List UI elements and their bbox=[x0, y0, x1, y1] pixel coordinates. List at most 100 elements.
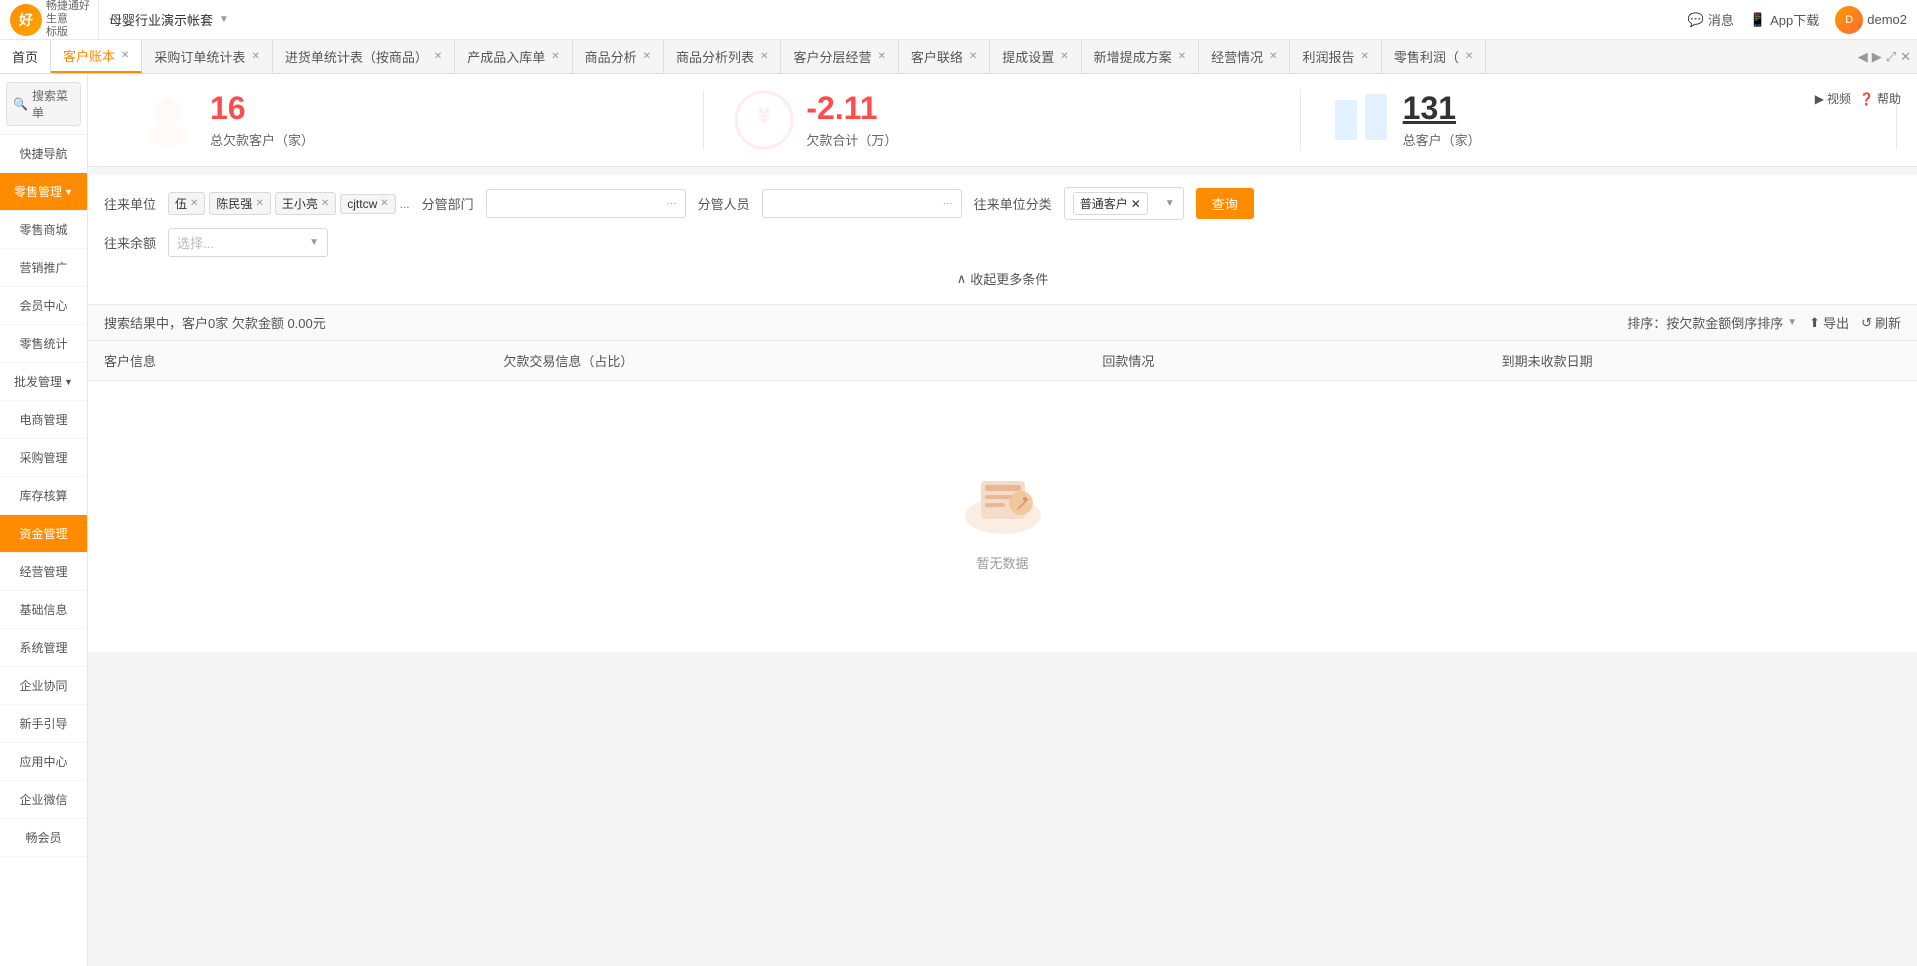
filter-person-more: ··· bbox=[943, 198, 953, 209]
sidebar-item-ecommerce-mgmt[interactable]: 电商管理 bbox=[0, 401, 87, 439]
tag-close-wu[interactable]: ✕ bbox=[190, 198, 198, 209]
filter-tag-cjttcw: cjttcw ✕ bbox=[340, 194, 395, 214]
logo-text: 畅捷通好生意 标版 bbox=[46, 0, 98, 39]
collapse-more-btn[interactable]: ∧ 收起更多条件 bbox=[957, 265, 1049, 292]
sidebar-item-wholesale-mgmt[interactable]: 批发管理 ▼ bbox=[0, 363, 87, 401]
sidebar-item-purchase-mgmt[interactable]: 采购管理 bbox=[0, 439, 87, 477]
tab-business-status[interactable]: 经营情况 ✕ bbox=[1199, 40, 1290, 73]
message-btn[interactable]: 💬 消息 bbox=[1688, 10, 1734, 29]
tab-close-promotion-settings[interactable]: ✕ bbox=[1060, 51, 1068, 62]
collapse-icon: ∧ bbox=[957, 271, 967, 287]
stat-info-total: 131 总客户（家） bbox=[1403, 91, 1481, 149]
sidebar-item-enterprise-coop[interactable]: 企业协同 bbox=[0, 667, 87, 705]
tab-close-stock-stats[interactable]: ✕ bbox=[434, 51, 442, 62]
filter-unit-type-select[interactable]: 普通客户 ✕ ▼ bbox=[1064, 187, 1184, 220]
nav-prev-icon[interactable]: ◀ bbox=[1858, 49, 1868, 65]
video-icon: ▶ bbox=[1815, 92, 1824, 106]
sidebar-item-new-guide[interactable]: 新手引导 bbox=[0, 705, 87, 743]
stat-number-customers: 16 bbox=[210, 91, 314, 126]
tab-retail-profit[interactable]: 零售利润（ ✕ bbox=[1382, 40, 1486, 73]
stat-block-customers: 16 总欠款客户（家） bbox=[108, 90, 704, 150]
help-btn[interactable]: ❓ 帮助 bbox=[1859, 90, 1901, 107]
sidebar-item-capital-mgmt[interactable]: 资金管理 bbox=[0, 515, 87, 553]
tab-home[interactable]: 首页 bbox=[0, 40, 51, 73]
sidebar-item-retail-mall[interactable]: 零售商城 bbox=[0, 211, 87, 249]
app-icon: 📱 bbox=[1750, 12, 1766, 28]
refresh-btn[interactable]: ↺ 刷新 bbox=[1861, 313, 1901, 332]
filter-more-tags[interactable]: ... bbox=[400, 197, 410, 211]
user-avatar[interactable]: D demo2 bbox=[1835, 6, 1907, 34]
tab-new-promotion-plan[interactable]: 新增提成方案 ✕ bbox=[1082, 40, 1199, 73]
filter-tags-unit: 伍 ✕ 陈民强 ✕ 王小亮 ✕ cjttcw ✕ ... bbox=[168, 192, 410, 215]
sidebar-item-retail-mgmt[interactable]: 零售管理 ▼ bbox=[0, 173, 87, 211]
search-btn[interactable]: 查询 bbox=[1196, 188, 1254, 219]
tab-close-customer-seg[interactable]: ✕ bbox=[877, 51, 885, 62]
sidebar-item-member-center[interactable]: 会员中心 bbox=[0, 287, 87, 325]
stat-label-total: 总客户（家） bbox=[1403, 130, 1481, 149]
table-area: 客户信息 欠款交易信息（占比） 回款情况 到期未收款日期 bbox=[88, 341, 1917, 652]
tab-product-stock-in[interactable]: 产成品入库单 ✕ bbox=[455, 40, 572, 73]
tab-close-goods-analysis[interactable]: ✕ bbox=[643, 51, 651, 62]
tab-customer-contact[interactable]: 客户联络 ✕ bbox=[899, 40, 990, 73]
stat-icon-customers bbox=[138, 90, 198, 150]
tab-goods-analysis-list[interactable]: 商品分析列表 ✕ bbox=[664, 40, 781, 73]
search-menu-btn[interactable]: 🔍 搜索菜单 bbox=[6, 82, 81, 126]
tab-close-profit-report[interactable]: ✕ bbox=[1361, 51, 1369, 62]
tab-customer-capital[interactable]: 客户账本 ✕ bbox=[51, 40, 142, 73]
sidebar-item-retail-stats[interactable]: 零售统计 bbox=[0, 325, 87, 363]
tab-stock-stats[interactable]: 进货单统计表（按商品） ✕ bbox=[273, 40, 455, 73]
tab-close-goods-analysis-list[interactable]: ✕ bbox=[760, 51, 768, 62]
filter-dept-value bbox=[495, 194, 508, 213]
tag-close-wang[interactable]: ✕ bbox=[321, 198, 329, 209]
sidebar-item-enterprise-wechat[interactable]: 企业微信 bbox=[0, 781, 87, 819]
stats-header: 16 总欠款客户（家） ¥ -2.11 欠款合计（万） bbox=[88, 74, 1917, 167]
filter-row-2: 往来余额 选择... ▼ bbox=[104, 228, 1901, 257]
app-download-btn[interactable]: 📱 App下载 bbox=[1750, 10, 1819, 29]
sidebar-item-basic-info[interactable]: 基础信息 bbox=[0, 591, 87, 629]
table-header: 客户信息 欠款交易信息（占比） 回款情况 到期未收款日期 bbox=[88, 341, 1917, 381]
sidebar-item-vip-member[interactable]: 畅会员 bbox=[0, 819, 87, 857]
workspace-selector[interactable]: 母婴行业演示帐套 ▼ bbox=[98, 0, 239, 39]
tag-close-cjttcw[interactable]: ✕ bbox=[380, 198, 388, 209]
tab-close-new-promotion[interactable]: ✕ bbox=[1178, 51, 1186, 62]
sidebar-item-inventory-check[interactable]: 库存核算 bbox=[0, 477, 87, 515]
tab-close-retail-profit[interactable]: ✕ bbox=[1465, 51, 1473, 62]
tab-profit-report[interactable]: 利润报告 ✕ bbox=[1290, 40, 1381, 73]
filter-area: 往来单位 伍 ✕ 陈民强 ✕ 王小亮 ✕ cjttcw bbox=[88, 175, 1917, 304]
sidebar: 🔍 搜索菜单 快捷导航 零售管理 ▼ 零售商城 营销推广 会员中心 零售统计 批… bbox=[0, 74, 88, 966]
empty-icon bbox=[953, 461, 1053, 541]
stat-number-debt: -2.11 bbox=[806, 91, 897, 126]
tab-close-product-stock[interactable]: ✕ bbox=[551, 51, 559, 62]
tab-goods-analysis[interactable]: 商品分析 ✕ bbox=[573, 40, 664, 73]
tag-close-unit-type[interactable]: ✕ bbox=[1131, 197, 1141, 211]
tab-close-purchase-order[interactable]: ✕ bbox=[251, 51, 259, 62]
video-btn[interactable]: ▶ 视频 bbox=[1815, 90, 1851, 107]
sidebar-item-marketing[interactable]: 营销推广 bbox=[0, 249, 87, 287]
tag-close-chen[interactable]: ✕ bbox=[255, 198, 263, 209]
nav-close-all-icon[interactable]: ✕ bbox=[1900, 49, 1911, 65]
nav-next-icon[interactable]: ▶ bbox=[1872, 49, 1882, 65]
tab-customer-segmentation[interactable]: 客户分层经营 ✕ bbox=[781, 40, 898, 73]
tab-promotion-settings[interactable]: 提成设置 ✕ bbox=[990, 40, 1081, 73]
tab-close-customer-capital[interactable]: ✕ bbox=[121, 50, 129, 61]
filter-balance-select[interactable]: 选择... ▼ bbox=[168, 228, 328, 257]
filter-person-select[interactable]: ··· bbox=[762, 189, 962, 218]
filter-balance-arrow: ▼ bbox=[309, 237, 319, 248]
collapse-row: ∧ 收起更多条件 bbox=[104, 265, 1901, 292]
export-btn[interactable]: ⬆ 导出 bbox=[1809, 313, 1849, 332]
tab-purchase-order-stats[interactable]: 采购订单统计表 ✕ bbox=[142, 40, 272, 73]
sidebar-item-app-center[interactable]: 应用中心 bbox=[0, 743, 87, 781]
logo-area: 好 畅捷通好生意 标版 bbox=[10, 0, 98, 39]
table-col-repayment: 回款情况 bbox=[1102, 351, 1501, 370]
nav-expand-icon[interactable]: ⤢ bbox=[1886, 49, 1896, 65]
sort-select[interactable]: 排序：按欠款金额倒序排序 ▼ bbox=[1627, 313, 1797, 332]
logo-icon: 好 bbox=[10, 4, 42, 36]
tab-close-customer-contact[interactable]: ✕ bbox=[969, 51, 977, 62]
svg-text:¥: ¥ bbox=[758, 103, 771, 128]
sidebar-item-operations-mgmt[interactable]: 经营管理 bbox=[0, 553, 87, 591]
filter-dept-select[interactable]: ··· bbox=[486, 189, 686, 218]
stat-icon-debt: ¥ bbox=[734, 90, 794, 150]
sidebar-item-system-mgmt[interactable]: 系统管理 bbox=[0, 629, 87, 667]
tab-close-business-status[interactable]: ✕ bbox=[1269, 51, 1277, 62]
sidebar-item-quick-nav[interactable]: 快捷导航 bbox=[0, 135, 87, 173]
